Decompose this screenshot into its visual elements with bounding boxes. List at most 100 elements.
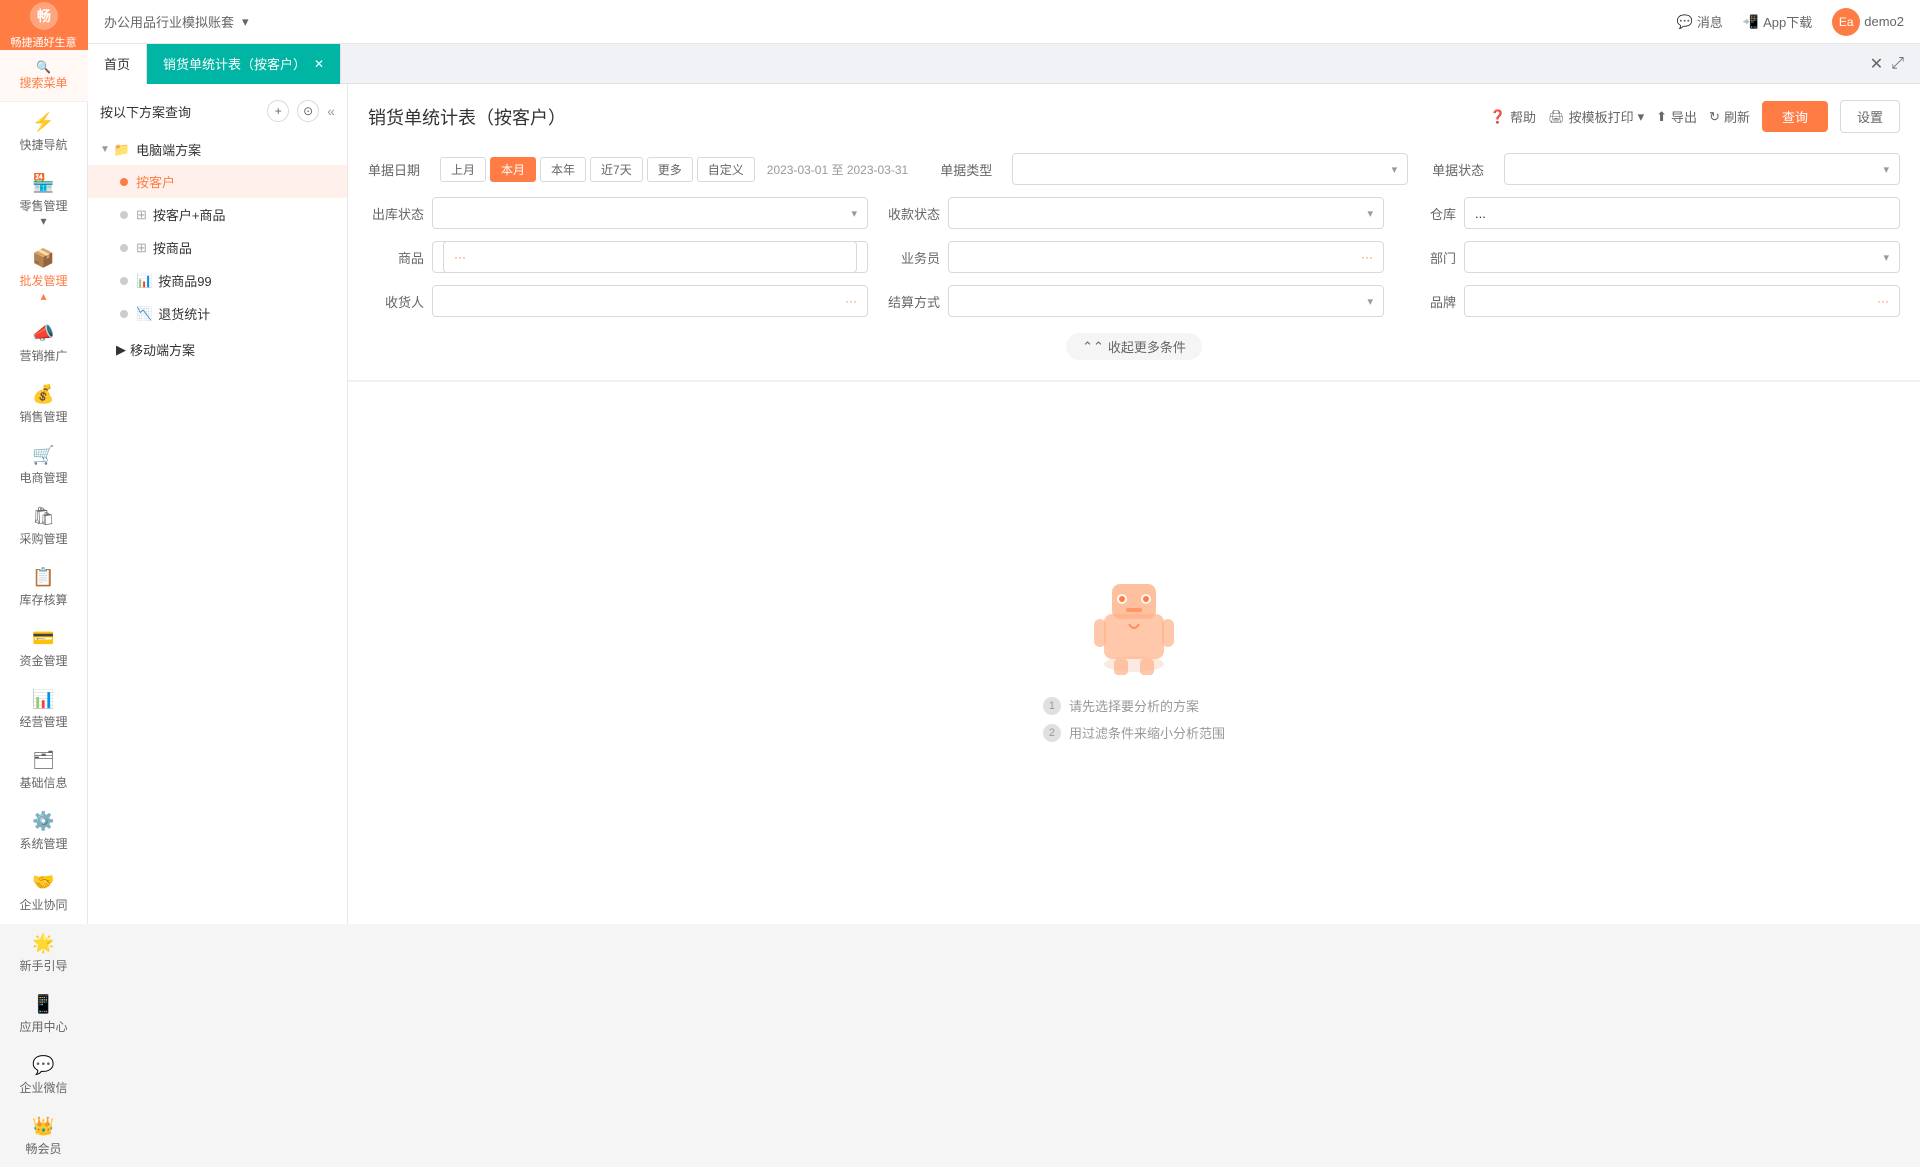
- collapse-row: ⌃⌃ 收起更多条件: [368, 329, 1900, 368]
- goods-field: 商品 ···: [368, 241, 868, 273]
- mobile-group-header[interactable]: ▶ 移动端方案: [88, 334, 347, 365]
- scheme-by-customer-goods-label: 按客户+商品: [153, 205, 226, 224]
- receiver-more-icon: ···: [845, 294, 857, 308]
- settlement-select[interactable]: ▾: [948, 285, 1384, 317]
- sidebar-item-finance[interactable]: 💳 资金管理: [0, 618, 88, 679]
- wechat-icon: 💬: [32, 1055, 54, 1076]
- goods-input[interactable]: ···: [432, 241, 868, 273]
- tab-bar: 首页 销货单统计表（按客户） ✕ ✕ ⤢: [88, 44, 1920, 84]
- doc-type-select[interactable]: ▾: [1012, 153, 1408, 185]
- sidebar-item-vip[interactable]: 👑 畅会员: [0, 1106, 88, 1167]
- date-this-year-button[interactable]: 本年: [540, 157, 586, 182]
- sidebar-item-operations[interactable]: 📊 经营管理: [0, 679, 88, 740]
- collapse-up-icon: ⌃⌃: [1082, 339, 1104, 355]
- payment-status-arrow-icon: ▾: [1367, 207, 1373, 220]
- dept-select[interactable]: ▾: [1464, 241, 1900, 273]
- staff-input[interactable]: ···: [948, 241, 1384, 273]
- sidebar-item-appcenter[interactable]: 📱 应用中心: [0, 984, 88, 1045]
- warehouse-input[interactable]: ...: [1464, 197, 1900, 229]
- query-button[interactable]: 查询: [1762, 101, 1828, 132]
- tab-close-button[interactable]: ✕: [314, 57, 324, 71]
- search-icon: 🔍: [36, 60, 51, 74]
- filter-row-3: 商品 ··· 业务员 ··· 部门: [368, 241, 1900, 273]
- sidebar-item-wechat[interactable]: 💬 企业微信: [0, 1045, 88, 1106]
- search-menu-item[interactable]: 🔍 搜索菜单: [0, 50, 88, 102]
- window-maximize-button[interactable]: ⤢: [1891, 55, 1904, 73]
- sidebar-item-basic[interactable]: 🗂 基础信息: [0, 740, 88, 801]
- empty-state: 1 请先选择要分析的方案 2 用过滤条件来缩小分析范围: [348, 382, 1920, 924]
- retail-icon: 🏪: [32, 173, 54, 194]
- tab-sales-stats-label: 销货单统计表（按客户）: [163, 54, 306, 73]
- collapse-label: 收起更多条件: [1108, 337, 1186, 356]
- scheme-by-goods[interactable]: ⊞ 按商品: [88, 231, 347, 264]
- collapse-panel-button[interactable]: «: [327, 103, 335, 119]
- basic-label: 基础信息: [19, 774, 67, 791]
- settings-button[interactable]: 设置: [1840, 100, 1900, 133]
- sidebar-item-guide[interactable]: 🌟 新手引导: [0, 923, 88, 984]
- sidebar-item-purchase[interactable]: 🛍 采购管理: [0, 496, 88, 557]
- date-custom-button[interactable]: 自定义: [697, 157, 755, 182]
- date-last-month-button[interactable]: 上月: [440, 157, 486, 182]
- template-print-button[interactable]: 🖨 按模板打印 ▾: [1548, 107, 1644, 126]
- refresh-label: 刷新: [1724, 107, 1750, 126]
- sidebar-item-system[interactable]: ⚙️ 系统管理: [0, 801, 88, 862]
- desktop-group-header[interactable]: ▼ 📁 电脑端方案: [88, 134, 347, 165]
- out-status-select[interactable]: ▾: [432, 197, 868, 229]
- add-scheme-button[interactable]: +: [267, 100, 289, 122]
- guide-label: 新手引导: [19, 957, 67, 974]
- desktop-scheme-group: ▼ 📁 电脑端方案 按客户 ⊞ 按客户+商品 ⊞ 按商品: [88, 134, 347, 330]
- template-print-label: 按模板打印: [1569, 107, 1634, 126]
- vip-icon: 👑: [32, 1116, 54, 1137]
- collapse-filters-button[interactable]: ⌃⌃ 收起更多条件: [1066, 333, 1202, 360]
- refresh-button[interactable]: ↻ 刷新: [1709, 107, 1750, 126]
- help-button[interactable]: ❓ 帮助: [1490, 107, 1536, 126]
- sidebar-item-cooperation[interactable]: 🤝 企业协同: [0, 862, 88, 923]
- left-panel-actions: + ⊙ «: [267, 100, 335, 122]
- scheme-by-customer-goods[interactable]: ⊞ 按客户+商品: [88, 198, 347, 231]
- date-label: 单据日期: [368, 160, 424, 179]
- scheme-return-stats[interactable]: 📉 退货统计: [88, 297, 347, 330]
- app-download-button[interactable]: 📲 App下载: [1743, 12, 1812, 31]
- export-button[interactable]: ⬆ 导出: [1656, 107, 1697, 126]
- window-close-button[interactable]: ✕: [1870, 54, 1883, 74]
- scheme-by-customer[interactable]: 按客户: [88, 165, 347, 198]
- brand-input[interactable]: ···: [1464, 285, 1900, 317]
- marketing-label: 营销推广: [19, 347, 67, 364]
- scheme-by-goods99[interactable]: 📊 按商品99: [88, 264, 347, 297]
- receiver-input[interactable]: ···: [432, 285, 868, 317]
- logo: 畅 畅捷通好生意: [0, 0, 88, 50]
- sidebar-item-marketing[interactable]: 📣 营销推广: [0, 313, 88, 374]
- logo-icon: 畅: [28, 0, 60, 32]
- appcenter-icon: 📱: [32, 994, 54, 1015]
- operations-label: 经营管理: [19, 713, 67, 730]
- inventory-label: 库存核算: [19, 591, 67, 608]
- sidebar-item-ecommerce[interactable]: 🛒 电商管理: [0, 435, 88, 496]
- sidebar-item-sales[interactable]: 💰 销售管理: [0, 374, 88, 435]
- sidebar-item-quicknav[interactable]: ⚡ 快捷导航: [0, 102, 88, 163]
- receiver-label: 收货人: [368, 292, 424, 311]
- finance-icon: 💳: [32, 628, 54, 649]
- sidebar-item-inventory[interactable]: 📋 库存核算: [0, 557, 88, 618]
- out-status-arrow-icon: ▾: [851, 207, 857, 220]
- date-this-month-button[interactable]: 本月: [490, 157, 536, 182]
- tab-sales-stats[interactable]: 销货单统计表（按客户） ✕: [147, 44, 341, 84]
- setting-scheme-button[interactable]: ⊙: [297, 100, 319, 122]
- tab-home[interactable]: 首页: [88, 44, 147, 84]
- date-more-button[interactable]: 更多: [647, 157, 693, 182]
- doc-status-select[interactable]: ▾: [1504, 153, 1900, 185]
- left-panel-header: 按以下方案查询 + ⊙ «: [88, 92, 347, 130]
- sidebar-item-wholesale[interactable]: 📦 批发管理 ▴: [0, 238, 88, 313]
- sales-label: 销售管理: [19, 408, 67, 425]
- wholesale-arrow: ▴: [40, 289, 46, 303]
- avatar: Ea: [1832, 8, 1860, 36]
- message-button[interactable]: 💬 消息: [1677, 12, 1723, 31]
- sidebar-item-retail[interactable]: 🏪 零售管理 ▾: [0, 163, 88, 238]
- logo-text: 畅捷通好生意: [11, 34, 77, 50]
- date-last7days-button[interactable]: 近7天: [590, 157, 643, 182]
- user-profile[interactable]: Ea demo2: [1832, 8, 1904, 36]
- print-arrow-icon: ▾: [1638, 109, 1645, 125]
- payment-status-select[interactable]: ▾: [948, 197, 1384, 229]
- top-header: 办公用品行业模拟账套 ▾ 💬 消息 📲 App下载 Ea demo2: [88, 0, 1920, 44]
- main-area: 办公用品行业模拟账套 ▾ 💬 消息 📲 App下载 Ea demo2 首页: [88, 0, 1920, 924]
- breadcrumb-arrow-icon[interactable]: ▾: [242, 14, 249, 30]
